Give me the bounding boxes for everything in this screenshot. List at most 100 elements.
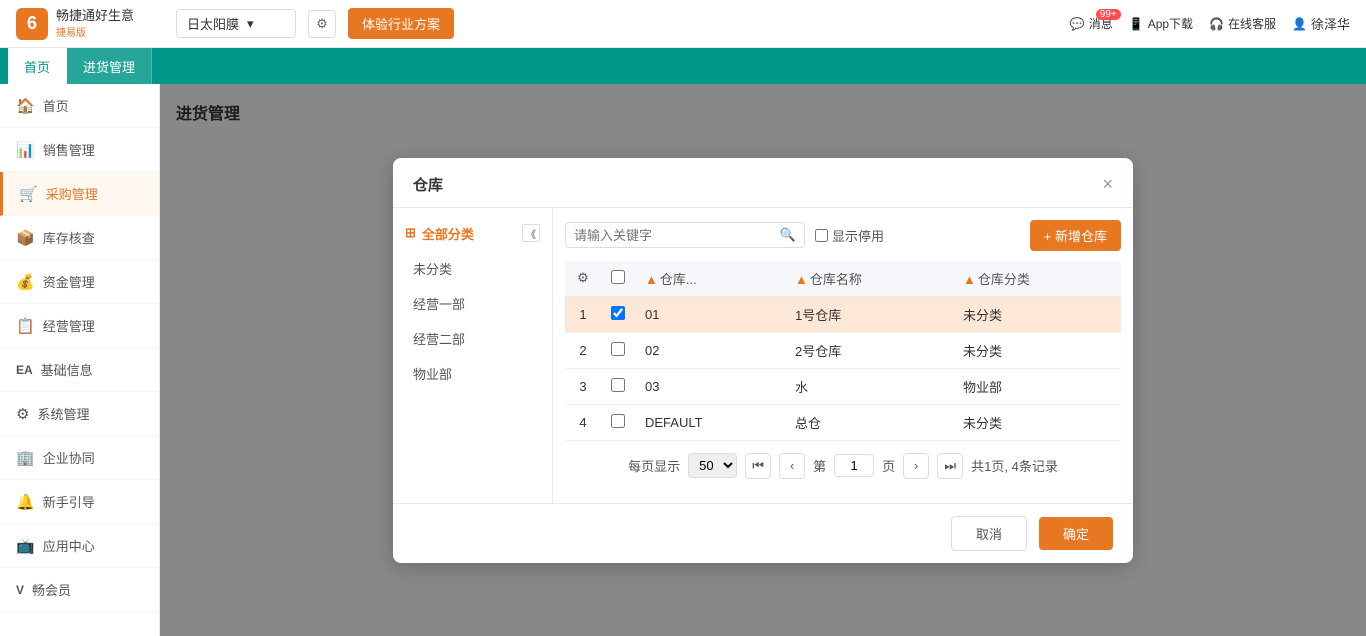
sidebar-item-purchase[interactable]: 🛒 采购管理 xyxy=(0,172,159,216)
row-category: 未分类 xyxy=(953,296,1121,332)
close-icon[interactable]: × xyxy=(1102,175,1113,193)
sidebar-item-enterprise[interactable]: 🏢 企业协同 xyxy=(0,436,159,480)
warehouse-table-container: ⚙ ▲仓库... ▲仓库名称 ▲仓库分类 1 01 1号仓库 xyxy=(565,261,1121,441)
show-disabled-checkbox[interactable]: 显示停用 xyxy=(815,226,884,245)
purchase-icon: 🛒 xyxy=(19,185,38,203)
add-warehouse-button[interactable]: + 新增仓库 xyxy=(1030,220,1121,251)
cancel-button[interactable]: 取消 xyxy=(951,516,1027,551)
dialog-title: 仓库 xyxy=(413,174,443,195)
sidebar-item-inventory[interactable]: 📦 库存核查 xyxy=(0,216,159,260)
row-checkbox[interactable] xyxy=(611,342,625,356)
modal-overlay[interactable]: 仓库 × ⊞ 全部分类 《 xyxy=(160,84,1366,636)
operations-icon: 📋 xyxy=(16,317,35,335)
sidebar-item-home[interactable]: 🏠 首页 xyxy=(0,84,159,128)
show-disabled-input[interactable] xyxy=(815,229,828,242)
row-checkbox[interactable] xyxy=(611,414,625,428)
row-checkbox-cell xyxy=(601,368,635,404)
col-category[interactable]: ▲仓库分类 xyxy=(953,261,1121,297)
category-panel: ⊞ 全部分类 《 未分类 经营一部 经营 xyxy=(393,208,553,503)
sort-icon: ▲ xyxy=(645,272,658,287)
row-code: 02 xyxy=(635,332,785,368)
row-category: 物业部 xyxy=(953,368,1121,404)
service-label: 在线客服 xyxy=(1228,15,1276,32)
sidebar-item-guide[interactable]: 🔔 新手引导 xyxy=(0,480,159,524)
all-categories-item[interactable]: ⊞ 全部分类 《 xyxy=(393,216,552,251)
confirm-button[interactable]: 确定 xyxy=(1039,517,1113,550)
tab-purchase[interactable]: 进货管理 xyxy=(67,48,152,84)
sidebar-item-label: 资金管理 xyxy=(43,272,95,291)
sidebar-item-label: 经营管理 xyxy=(43,316,95,335)
sidebar-item-sales[interactable]: 📊 销售管理 xyxy=(0,128,159,172)
sales-icon: 📊 xyxy=(16,141,35,159)
row-code: 01 xyxy=(635,296,785,332)
row-number: 3 xyxy=(565,368,601,404)
store-name: 日太阳膜 xyxy=(187,14,239,33)
row-category: 未分类 xyxy=(953,332,1121,368)
logo-icon: 6 xyxy=(16,8,48,40)
sidebar-item-basic-info[interactable]: EA 基础信息 xyxy=(0,348,159,392)
settings-button[interactable]: ⚙ xyxy=(308,10,336,38)
member-icon: V xyxy=(16,583,24,597)
trial-button[interactable]: 体验行业方案 xyxy=(348,8,454,39)
row-name: 2号仓库 xyxy=(785,332,953,368)
message-button[interactable]: 💬 消息 99+ xyxy=(1070,15,1113,32)
table-row[interactable]: 2 02 2号仓库 未分类 xyxy=(565,332,1121,368)
user-menu[interactable]: 👤 徐泽华 xyxy=(1292,14,1350,33)
col-code[interactable]: ▲仓库... xyxy=(635,261,785,297)
col-checkbox xyxy=(601,261,635,297)
sidebar-item-label: 应用中心 xyxy=(43,536,95,555)
headset-icon: 🎧 xyxy=(1209,17,1224,31)
app-download-button[interactable]: 📱 App下载 xyxy=(1129,15,1193,32)
row-category: 未分类 xyxy=(953,404,1121,440)
category-item-unclassified[interactable]: 未分类 xyxy=(393,251,552,286)
sidebar-item-label: 畅会员 xyxy=(32,580,71,599)
row-code: DEFAULT xyxy=(635,404,785,440)
warehouse-toolbar: 🔍 显示停用 + 新增仓库 xyxy=(565,220,1121,251)
collapse-button[interactable]: 《 xyxy=(522,224,540,242)
store-selector[interactable]: 日太阳膜 ▾ xyxy=(176,9,296,38)
sidebar-item-app-center[interactable]: 📺 应用中心 xyxy=(0,524,159,568)
per-page-label: 每页显示 xyxy=(628,456,680,475)
prev-page-button[interactable]: ‹ xyxy=(779,453,805,479)
sidebar: 🏠 首页 📊 销售管理 🛒 采购管理 📦 库存核查 💰 资金管理 📋 经营管理 … xyxy=(0,84,160,636)
sidebar-item-label: 首页 xyxy=(43,96,69,115)
sidebar-item-member[interactable]: V 畅会员 xyxy=(0,568,159,612)
logo-text: 畅捷通好生意 xyxy=(56,8,134,25)
row-checkbox[interactable] xyxy=(611,306,625,320)
row-checkbox-cell xyxy=(601,332,635,368)
app-center-icon: 📺 xyxy=(16,537,35,555)
table-row[interactable]: 3 03 水 物业部 xyxy=(565,368,1121,404)
customer-service-button[interactable]: 🎧 在线客服 xyxy=(1209,15,1276,32)
row-code: 03 xyxy=(635,368,785,404)
category-item-ops2[interactable]: 经营二部 xyxy=(393,321,552,356)
sidebar-item-system[interactable]: ⚙ 系统管理 xyxy=(0,392,159,436)
table-row[interactable]: 1 01 1号仓库 未分类 xyxy=(565,296,1121,332)
app-label: App下载 xyxy=(1148,15,1193,32)
message-badge: 99+ xyxy=(1096,9,1121,20)
tab-home[interactable]: 首页 xyxy=(8,48,67,84)
dialog-header: 仓库 × xyxy=(393,158,1133,208)
show-disabled-label: 显示停用 xyxy=(832,226,884,245)
user-name: 徐泽华 xyxy=(1311,14,1350,33)
row-name: 1号仓库 xyxy=(785,296,953,332)
sidebar-item-operations[interactable]: 📋 经营管理 xyxy=(0,304,159,348)
finance-icon: 💰 xyxy=(16,273,35,291)
col-name[interactable]: ▲仓库名称 xyxy=(785,261,953,297)
table-row[interactable]: 4 DEFAULT 总仓 未分类 xyxy=(565,404,1121,440)
sidebar-item-finance[interactable]: 💰 资金管理 xyxy=(0,260,159,304)
category-item-ops1[interactable]: 经营一部 xyxy=(393,286,552,321)
search-icon[interactable]: 🔍 xyxy=(780,227,796,243)
row-checkbox[interactable] xyxy=(611,378,625,392)
first-page-button[interactable]: ⏮ xyxy=(745,453,771,479)
select-all-checkbox[interactable] xyxy=(611,270,625,284)
page-number-input[interactable] xyxy=(834,454,874,477)
system-icon: ⚙ xyxy=(16,405,29,423)
pagination: 每页显示 50 ⏮ ‹ 第 页 › ⏭ 共1页, 4条记录 xyxy=(565,441,1121,491)
next-page-button[interactable]: › xyxy=(903,453,929,479)
basic-info-icon: EA xyxy=(16,363,33,377)
per-page-select[interactable]: 50 xyxy=(688,453,737,478)
search-input[interactable] xyxy=(574,228,780,243)
category-item-property[interactable]: 物业部 xyxy=(393,356,552,391)
last-page-button[interactable]: ⏭ xyxy=(937,453,963,479)
warehouse-table: ⚙ ▲仓库... ▲仓库名称 ▲仓库分类 1 01 1号仓库 xyxy=(565,261,1121,441)
